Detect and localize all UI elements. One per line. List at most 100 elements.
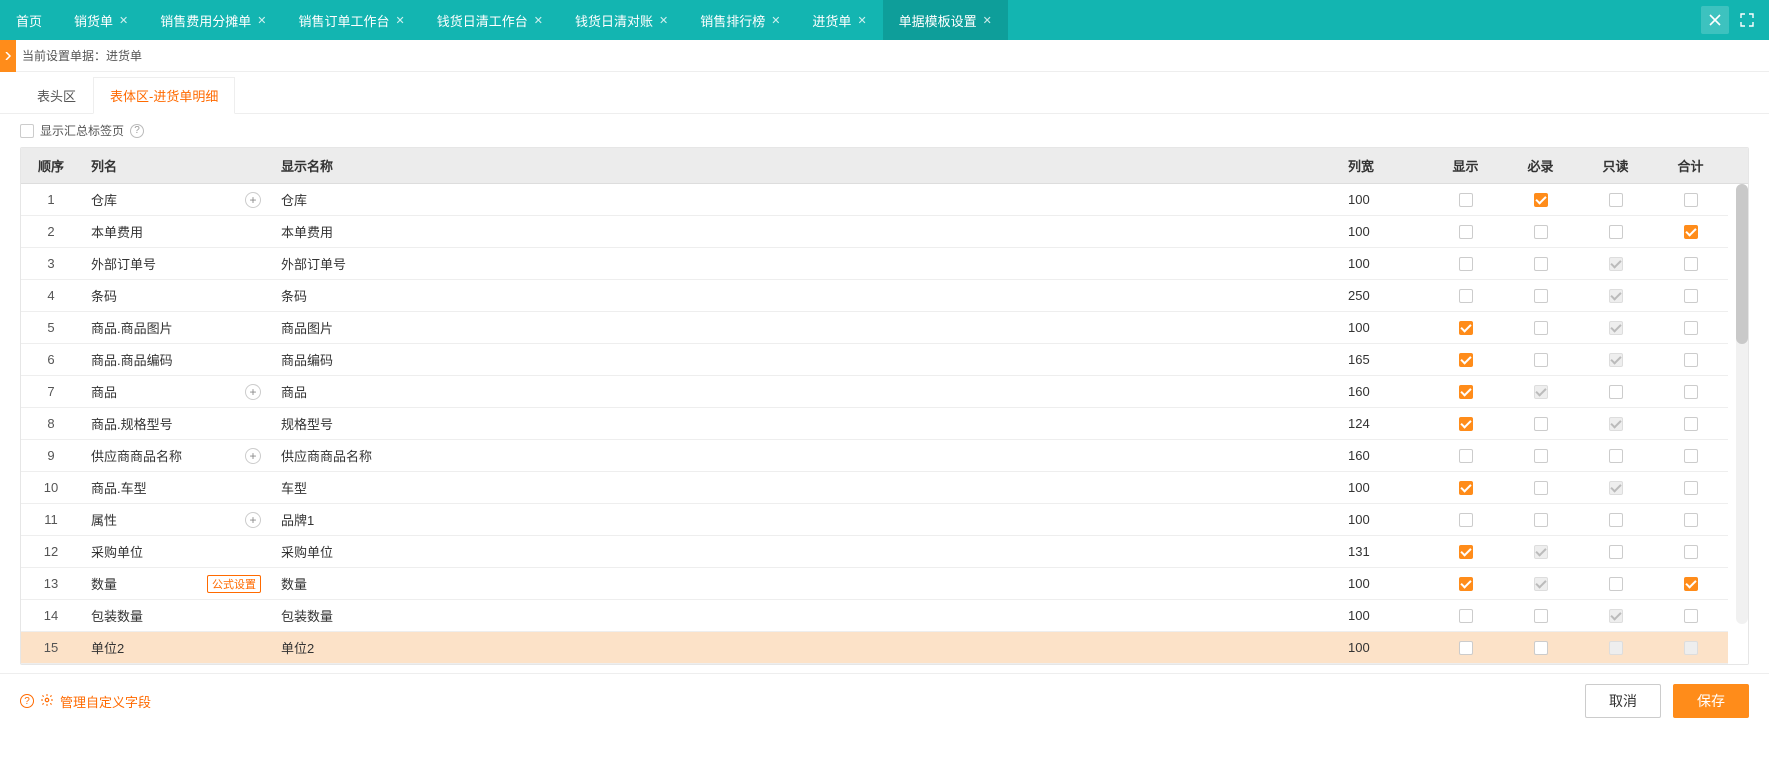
- cell-display-name[interactable]: 品牌1: [271, 504, 1338, 536]
- cell-width[interactable]: 124: [1338, 408, 1428, 440]
- cell-display-name[interactable]: 供应商商品名称: [271, 440, 1338, 472]
- required-checkbox[interactable]: [1534, 353, 1548, 367]
- readonly-checkbox[interactable]: [1609, 513, 1623, 527]
- table-row[interactable]: 1仓库+仓库100: [21, 184, 1748, 216]
- cell-width[interactable]: 100: [1338, 248, 1428, 280]
- help-icon[interactable]: ?: [20, 694, 34, 708]
- cell-width[interactable]: 100: [1338, 504, 1428, 536]
- show-checkbox[interactable]: [1459, 449, 1473, 463]
- close-icon[interactable]: ✕: [119, 14, 128, 27]
- table-row[interactable]: 8商品.规格型号规格型号124: [21, 408, 1748, 440]
- total-checkbox[interactable]: [1684, 385, 1698, 399]
- required-checkbox[interactable]: [1534, 449, 1548, 463]
- cell-display-name[interactable]: 车型: [271, 472, 1338, 504]
- readonly-checkbox[interactable]: [1609, 449, 1623, 463]
- cell-width[interactable]: 165: [1338, 344, 1428, 376]
- close-icon[interactable]: ✕: [771, 14, 780, 27]
- required-checkbox[interactable]: [1534, 225, 1548, 239]
- cell-display-name[interactable]: 包装数量: [271, 600, 1338, 632]
- readonly-checkbox[interactable]: [1609, 385, 1623, 399]
- table-row[interactable]: 9供应商商品名称+供应商商品名称160: [21, 440, 1748, 472]
- top-tab[interactable]: 销售订单工作台✕: [282, 0, 420, 40]
- table-row[interactable]: 7商品+商品160: [21, 376, 1748, 408]
- total-checkbox[interactable]: [1684, 289, 1698, 303]
- total-checkbox[interactable]: [1684, 449, 1698, 463]
- cell-display-name[interactable]: 数量: [271, 568, 1338, 600]
- required-checkbox[interactable]: [1534, 193, 1548, 207]
- cell-width[interactable]: 100: [1338, 216, 1428, 248]
- cell-width[interactable]: 100: [1338, 472, 1428, 504]
- cell-display-name[interactable]: 采购单位: [271, 536, 1338, 568]
- required-checkbox[interactable]: [1534, 257, 1548, 271]
- cell-width[interactable]: 131: [1338, 536, 1428, 568]
- total-checkbox[interactable]: [1684, 577, 1698, 591]
- close-icon[interactable]: ✕: [257, 14, 266, 27]
- table-row[interactable]: 3外部订单号外部订单号100: [21, 248, 1748, 280]
- show-checkbox[interactable]: [1459, 257, 1473, 271]
- cell-width[interactable]: 100: [1338, 312, 1428, 344]
- close-icon[interactable]: ✕: [659, 14, 668, 27]
- cell-display-name[interactable]: 仓库: [271, 184, 1338, 216]
- top-tab[interactable]: 单据模板设置✕: [883, 0, 1008, 40]
- total-checkbox[interactable]: [1684, 193, 1698, 207]
- total-checkbox[interactable]: [1684, 417, 1698, 431]
- top-tab[interactable]: 钱货日清对账✕: [559, 0, 684, 40]
- cell-display-name[interactable]: 外部订单号: [271, 248, 1338, 280]
- section-tab[interactable]: 表体区-进货单明细: [93, 77, 235, 114]
- cell-width[interactable]: 250: [1338, 280, 1428, 312]
- total-checkbox[interactable]: [1684, 513, 1698, 527]
- add-icon[interactable]: +: [245, 512, 261, 528]
- table-row[interactable]: 2本单费用本单费用100: [21, 216, 1748, 248]
- total-checkbox[interactable]: [1684, 481, 1698, 495]
- table-row[interactable]: 14包装数量包装数量100: [21, 600, 1748, 632]
- show-checkbox[interactable]: [1459, 577, 1473, 591]
- help-icon[interactable]: ?: [130, 124, 144, 138]
- required-checkbox[interactable]: [1534, 321, 1548, 335]
- save-button[interactable]: 保存: [1673, 684, 1749, 718]
- cell-width[interactable]: 160: [1338, 376, 1428, 408]
- table-row[interactable]: 12采购单位采购单位131: [21, 536, 1748, 568]
- cell-display-name[interactable]: 商品编码: [271, 344, 1338, 376]
- close-icon[interactable]: ✕: [983, 14, 992, 27]
- close-icon[interactable]: ✕: [857, 14, 866, 27]
- add-icon[interactable]: +: [245, 384, 261, 400]
- scrollbar-thumb[interactable]: [1736, 184, 1748, 344]
- top-tab[interactable]: 销售费用分摊单✕: [144, 0, 282, 40]
- table-row[interactable]: 13数量公式设置数量100: [21, 568, 1748, 600]
- table-row[interactable]: 11属性+品牌1100: [21, 504, 1748, 536]
- close-all-tabs-button[interactable]: [1701, 6, 1729, 34]
- total-checkbox[interactable]: [1684, 257, 1698, 271]
- manage-custom-fields-link[interactable]: 管理自定义字段: [60, 692, 151, 711]
- show-checkbox[interactable]: [1459, 385, 1473, 399]
- cell-display-name[interactable]: 条码: [271, 280, 1338, 312]
- top-tab[interactable]: 首页: [0, 0, 58, 40]
- close-icon[interactable]: ✕: [396, 14, 405, 27]
- total-checkbox[interactable]: [1684, 545, 1698, 559]
- total-checkbox[interactable]: [1684, 353, 1698, 367]
- cell-width[interactable]: 100: [1338, 568, 1428, 600]
- required-checkbox[interactable]: [1534, 513, 1548, 527]
- cell-display-name[interactable]: 商品: [271, 376, 1338, 408]
- required-checkbox[interactable]: [1534, 417, 1548, 431]
- top-tab[interactable]: 进货单✕: [796, 0, 882, 40]
- cell-display-name[interactable]: 规格型号: [271, 408, 1338, 440]
- show-checkbox[interactable]: [1459, 225, 1473, 239]
- readonly-checkbox[interactable]: [1609, 225, 1623, 239]
- table-row[interactable]: 10商品.车型车型100: [21, 472, 1748, 504]
- cell-display-name[interactable]: 单位2: [271, 632, 1338, 664]
- table-row[interactable]: 5商品.商品图片商品图片100: [21, 312, 1748, 344]
- total-checkbox[interactable]: [1684, 225, 1698, 239]
- show-checkbox[interactable]: [1459, 193, 1473, 207]
- add-icon[interactable]: +: [245, 192, 261, 208]
- readonly-checkbox[interactable]: [1609, 545, 1623, 559]
- top-tab[interactable]: 钱货日清工作台✕: [421, 0, 559, 40]
- top-tab[interactable]: 销货单✕: [58, 0, 144, 40]
- cell-display-name[interactable]: 商品图片: [271, 312, 1338, 344]
- summary-tab-checkbox[interactable]: [20, 124, 34, 138]
- total-checkbox[interactable]: [1684, 609, 1698, 623]
- show-checkbox[interactable]: [1459, 513, 1473, 527]
- cell-width[interactable]: 100: [1338, 184, 1428, 216]
- collapse-toggle[interactable]: [0, 40, 16, 72]
- cancel-button[interactable]: 取消: [1585, 684, 1661, 718]
- section-tab[interactable]: 表头区: [20, 77, 93, 114]
